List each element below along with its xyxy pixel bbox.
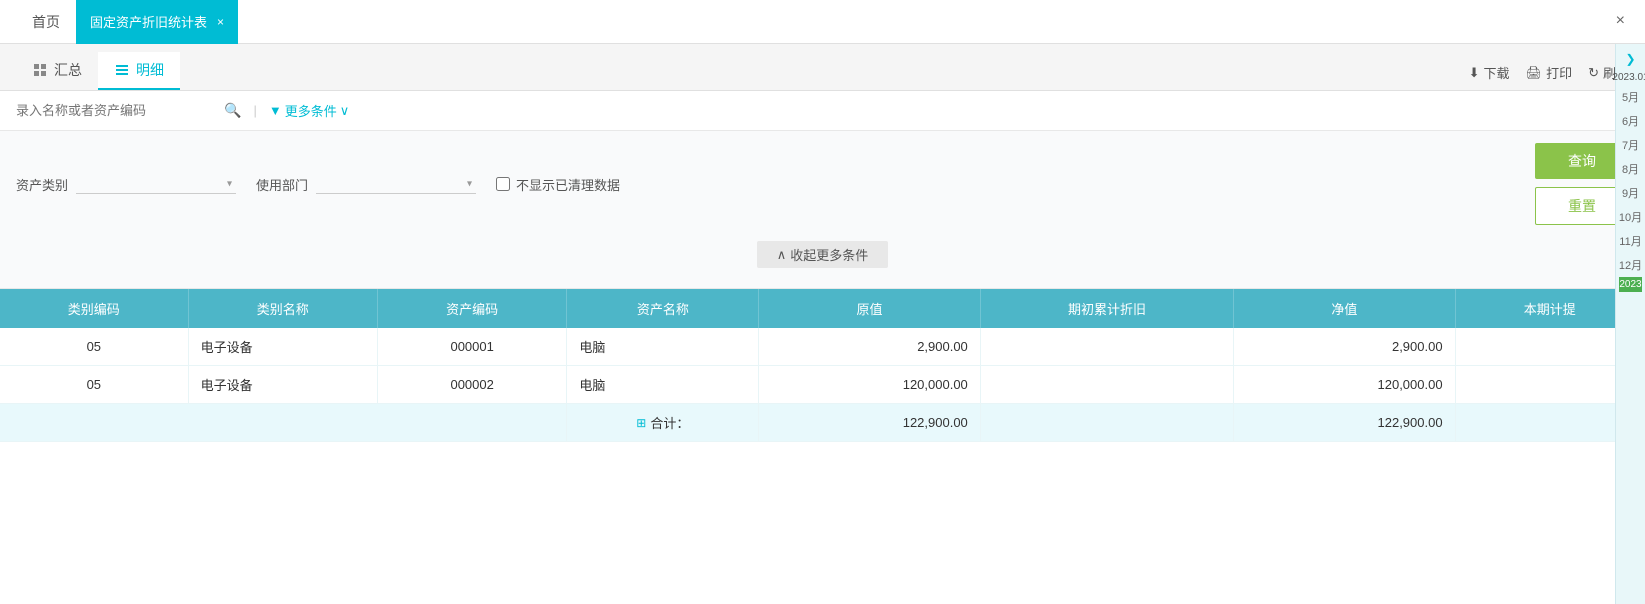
col-category-code: 类别编码 bbox=[0, 289, 188, 328]
print-button[interactable]: 🖨 打印 bbox=[1526, 63, 1573, 82]
collapse-conditions-button[interactable]: ∧ 收起更多条件 bbox=[757, 241, 889, 268]
print-label: 打印 bbox=[1546, 63, 1572, 82]
collapse-icon: ∧ bbox=[777, 247, 787, 263]
month-5[interactable]: 5月 bbox=[1616, 85, 1645, 109]
filter-row: 资产类别 使用部门 不显示已清理数据 bbox=[16, 143, 1629, 225]
col-accumulated-dep: 期初累计折旧 bbox=[980, 289, 1233, 328]
asset-category-select[interactable] bbox=[76, 174, 236, 194]
search-bar: 🔍 | ▼ 更多条件 ∨ bbox=[0, 91, 1645, 131]
cell-net-value-1: 2,900.00 bbox=[1234, 328, 1455, 366]
window-close-icon[interactable]: × bbox=[1616, 12, 1625, 30]
filter-icon: ▼ bbox=[269, 103, 282, 118]
right-month-panel: ❯ 2023.01 5月 6月 7月 8月 9月 10月 11月 12月 202… bbox=[1615, 44, 1645, 604]
month-8[interactable]: 8月 bbox=[1616, 157, 1645, 181]
cell-original-value-1: 2,900.00 bbox=[759, 328, 980, 366]
total-row: ⊞ 合计： 122,900.00 122,900.00 bbox=[0, 404, 1645, 442]
hide-cleared-field: 不显示已清理数据 bbox=[496, 175, 620, 194]
col-asset-name: 资产名称 bbox=[567, 289, 759, 328]
data-table-wrap: 类别编码 类别名称 资产编码 资产名称 原值 期初累计折旧 净值 本期计提 05… bbox=[0, 289, 1645, 604]
month-6[interactable]: 6月 bbox=[1616, 109, 1645, 133]
data-table: 类别编码 类别名称 资产编码 资产名称 原值 期初累计折旧 净值 本期计提 05… bbox=[0, 289, 1645, 442]
total-icon-cell bbox=[0, 404, 567, 442]
home-nav-item[interactable]: 首页 bbox=[16, 12, 76, 32]
cell-net-value-2: 120,000.00 bbox=[1234, 366, 1455, 404]
cell-accumulated-dep-1 bbox=[980, 328, 1233, 366]
col-net-value: 净值 bbox=[1234, 289, 1455, 328]
print-icon: 🖨 bbox=[1526, 65, 1543, 81]
tab-summary[interactable]: 汇总 bbox=[16, 52, 98, 90]
refresh-icon: ↻ bbox=[1588, 65, 1599, 81]
cell-asset-code-2: 000002 bbox=[377, 366, 566, 404]
cell-accumulated-dep-2 bbox=[980, 366, 1233, 404]
detail-icon bbox=[114, 62, 130, 78]
panel-date-label: 2023.01 bbox=[1612, 72, 1645, 83]
search-icon[interactable]: 🔍 bbox=[224, 102, 241, 119]
tab-detail-label: 明细 bbox=[136, 60, 164, 80]
total-label-cell: ⊞ 合计： bbox=[567, 404, 759, 442]
month-12[interactable]: 12月 bbox=[1616, 253, 1645, 277]
download-icon: ⬇ bbox=[1469, 65, 1480, 81]
search-input[interactable] bbox=[16, 103, 216, 118]
cell-asset-name-1: 电脑 bbox=[567, 328, 759, 366]
download-label: 下载 bbox=[1484, 63, 1510, 82]
month-11[interactable]: 11月 bbox=[1616, 229, 1645, 253]
total-accumulated-dep bbox=[980, 404, 1233, 442]
col-asset-code: 资产编码 bbox=[377, 289, 566, 328]
col-category-name: 类别名称 bbox=[188, 289, 377, 328]
cell-category-name-2: 电子设备 bbox=[188, 366, 377, 404]
total-icon: ⊞ bbox=[636, 416, 646, 430]
col-original-value: 原值 bbox=[759, 289, 980, 328]
cell-original-value-2: 120,000.00 bbox=[759, 366, 980, 404]
cell-category-code-1: 05 bbox=[0, 328, 188, 366]
total-net-value: 122,900.00 bbox=[1234, 404, 1455, 442]
tab-summary-label: 汇总 bbox=[54, 60, 82, 80]
filter-area: 资产类别 使用部门 不显示已清理数据 bbox=[0, 131, 1645, 289]
total-original-value: 122,900.00 bbox=[759, 404, 980, 442]
panel-arrow-icon[interactable]: ❯ bbox=[1625, 52, 1635, 66]
tab-detail[interactable]: 明细 bbox=[98, 52, 180, 90]
cell-category-code-2: 05 bbox=[0, 366, 188, 404]
main-content: ❯ 2023.01 5月 6月 7月 8月 9月 10月 11月 12月 202… bbox=[0, 44, 1645, 604]
month-10[interactable]: 10月 bbox=[1616, 205, 1645, 229]
cell-category-name-1: 电子设备 bbox=[188, 328, 377, 366]
view-tabs: 汇总 明细 ⬇ 下载 🖨 打印 ↻ 刷新 bbox=[0, 44, 1645, 91]
total-label-text: 合计： bbox=[650, 413, 689, 432]
tab-label: 固定资产折旧统计表 bbox=[90, 12, 207, 31]
department-label: 使用部门 bbox=[256, 175, 308, 194]
department-select[interactable] bbox=[316, 174, 476, 194]
department-select-wrap bbox=[316, 174, 476, 194]
year-badge: 2023 bbox=[1619, 277, 1641, 292]
more-conditions-toggle[interactable]: ▼ 更多条件 ∨ bbox=[269, 101, 349, 120]
download-button[interactable]: ⬇ 下载 bbox=[1469, 63, 1510, 82]
asset-category-select-wrap bbox=[76, 174, 236, 194]
toolbar-actions: ⬇ 下载 🖨 打印 ↻ 刷新 bbox=[1469, 63, 1629, 82]
active-tab[interactable]: 固定资产折旧统计表 × bbox=[76, 0, 238, 44]
tab-close-icon[interactable]: × bbox=[217, 15, 224, 29]
month-9[interactable]: 9月 bbox=[1616, 181, 1645, 205]
asset-category-label: 资产类别 bbox=[16, 175, 68, 194]
hide-cleared-label: 不显示已清理数据 bbox=[516, 175, 620, 194]
summary-icon bbox=[32, 62, 48, 78]
collapse-label: 收起更多条件 bbox=[790, 245, 868, 264]
table-row[interactable]: 05 电子设备 000001 电脑 2,900.00 2,900.00 bbox=[0, 328, 1645, 366]
chevron-down-icon: ∨ bbox=[340, 103, 350, 119]
table-row[interactable]: 05 电子设备 000002 电脑 120,000.00 120,000.00 bbox=[0, 366, 1645, 404]
department-field: 使用部门 bbox=[256, 174, 476, 194]
hide-cleared-checkbox[interactable] bbox=[496, 177, 510, 191]
table-header-row: 类别编码 类别名称 资产编码 资产名称 原值 期初累计折旧 净值 本期计提 bbox=[0, 289, 1645, 328]
top-navigation: 首页 固定资产折旧统计表 × × bbox=[0, 0, 1645, 44]
cell-asset-name-2: 电脑 bbox=[567, 366, 759, 404]
more-conditions-label: 更多条件 bbox=[285, 101, 337, 120]
cell-asset-code-1: 000001 bbox=[377, 328, 566, 366]
month-7[interactable]: 7月 bbox=[1616, 133, 1645, 157]
month-list: 5月 6月 7月 8月 9月 10月 11月 12月 bbox=[1616, 85, 1645, 277]
asset-category-field: 资产类别 bbox=[16, 174, 236, 194]
